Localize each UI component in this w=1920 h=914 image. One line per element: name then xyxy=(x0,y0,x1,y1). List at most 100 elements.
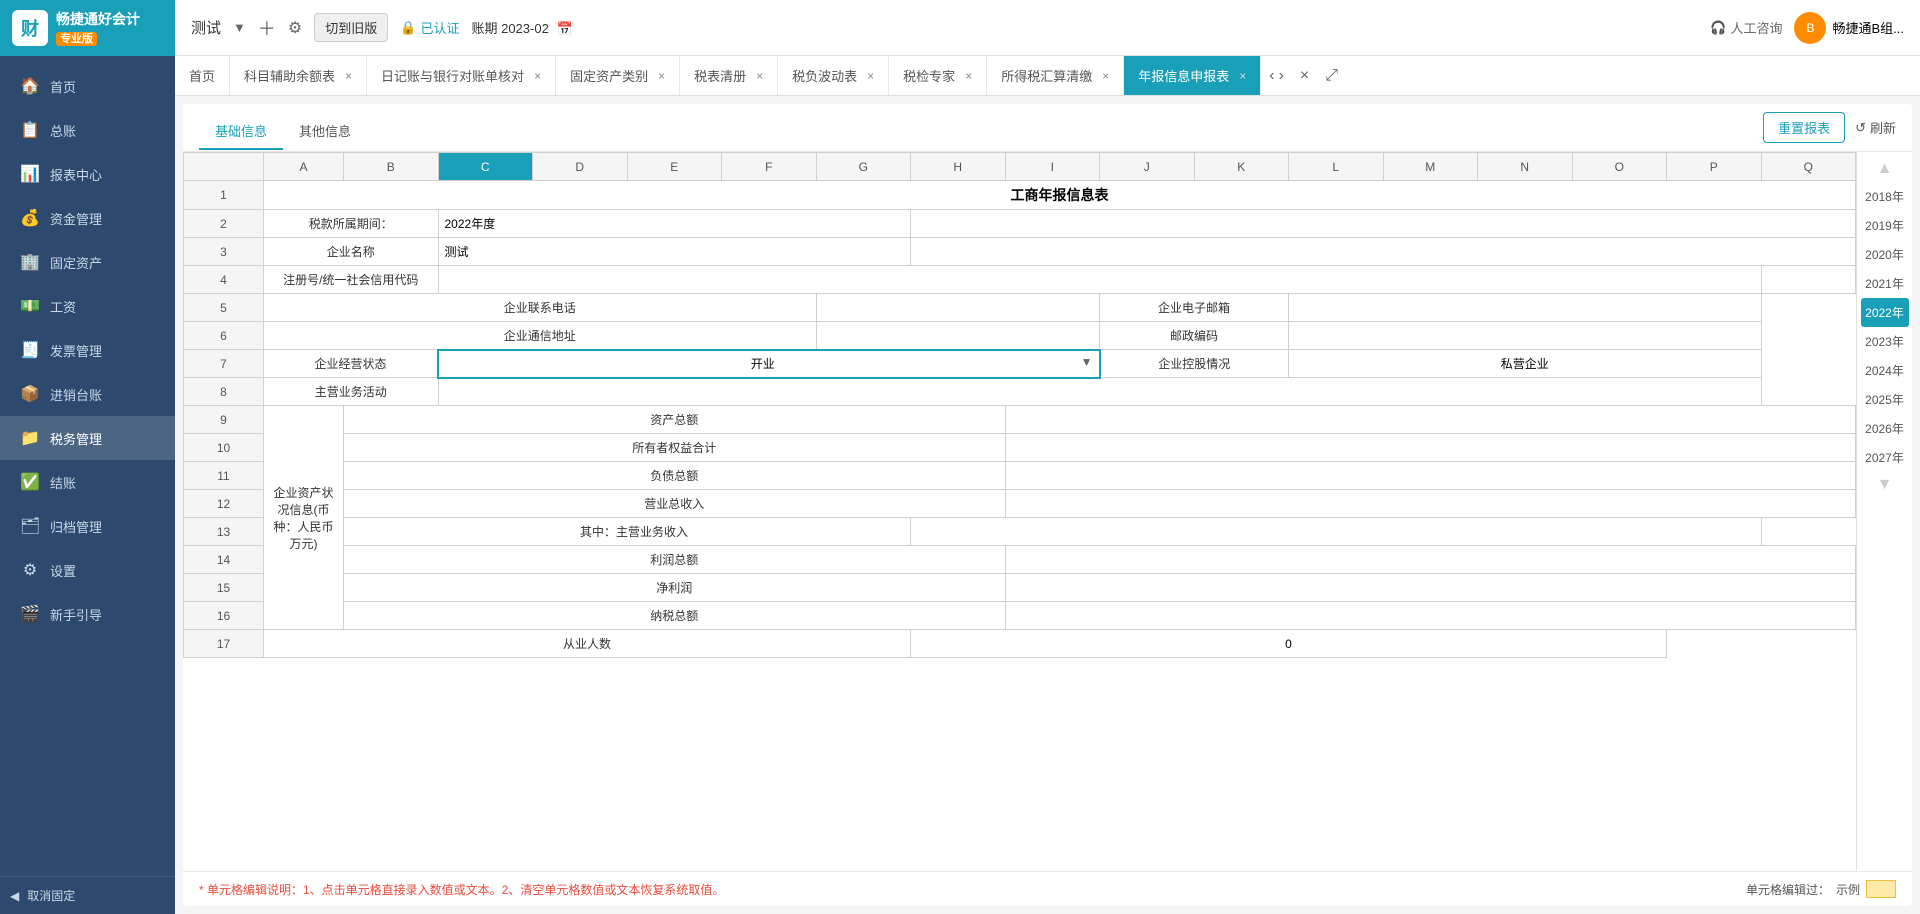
year-item-2020年[interactable]: 2020年 xyxy=(1861,240,1909,269)
calendar-icon[interactable]: 📅 xyxy=(556,21,572,36)
col-header-A[interactable]: A xyxy=(264,153,344,181)
r6-postal-value[interactable] xyxy=(1289,322,1762,350)
value-[interactable] xyxy=(438,266,1761,294)
year-nav-up[interactable]: ▲ xyxy=(1873,156,1897,182)
sidebar-item-guide[interactable]: 🎬新手引导 xyxy=(0,592,175,636)
r12-value[interactable] xyxy=(1005,490,1856,518)
col-header-L[interactable]: L xyxy=(1289,153,1384,181)
year-item-2024年[interactable]: 2024年 xyxy=(1861,356,1909,385)
tab-label-journal: 日记账与银行对账单核对 xyxy=(381,66,524,85)
r10-value[interactable] xyxy=(1005,434,1856,462)
r6-address-value[interactable] xyxy=(816,322,1100,350)
sidebar-item-funds[interactable]: 💰资金管理 xyxy=(0,196,175,240)
r5-phone-value[interactable] xyxy=(816,294,1100,322)
r17-value[interactable]: 0 xyxy=(911,630,1667,658)
sidebar-item-reports[interactable]: 📊报表中心 xyxy=(0,152,175,196)
sub-tab-basic[interactable]: 基础信息 xyxy=(199,113,283,150)
r14-value[interactable] xyxy=(1005,546,1856,574)
year-item-2018年[interactable]: 2018年 xyxy=(1861,182,1909,211)
r8-main-biz-value[interactable] xyxy=(438,378,1761,406)
year-item-2027年[interactable]: 2027年 xyxy=(1861,443,1909,472)
add-tab-button[interactable]: ＋ xyxy=(258,15,276,41)
year-item-2019年[interactable]: 2019年 xyxy=(1861,211,1909,240)
tabs-next-icon[interactable]: › xyxy=(1279,67,1284,85)
value-[interactable]: 2022年度 xyxy=(438,210,911,238)
col-header-Q[interactable]: Q xyxy=(1761,153,1856,181)
service-button[interactable]: 🎧 人工咨询 xyxy=(1710,18,1782,37)
user-menu[interactable]: B 畅捷通B组... xyxy=(1794,12,1904,44)
r15-value[interactable] xyxy=(1005,574,1856,602)
col-header-N[interactable]: N xyxy=(1478,153,1573,181)
tab-fixedassets[interactable]: 固定资产类别× xyxy=(556,56,680,96)
col-header-E[interactable]: E xyxy=(627,153,722,181)
dropdown-arrow[interactable]: ▼ xyxy=(1081,355,1093,369)
year-item-2026年[interactable]: 2026年 xyxy=(1861,414,1909,443)
r7-status-value[interactable]: 开业▼ xyxy=(438,350,1100,378)
col-header-I[interactable]: I xyxy=(1005,153,1100,181)
col-header-K[interactable]: K xyxy=(1194,153,1289,181)
tabs-nav-arrows[interactable]: ‹› xyxy=(1261,67,1292,85)
tab-close-fixedassets[interactable]: × xyxy=(658,69,665,83)
row-16-header: 16 xyxy=(184,602,264,630)
verified-badge: 🔒 已认证 xyxy=(400,18,459,37)
sidebar-item-inout[interactable]: 📦进销台账 xyxy=(0,372,175,416)
sidebar-cancel-fixed[interactable]: ◀ 取消固定 xyxy=(0,876,175,914)
col-header-M[interactable]: M xyxy=(1383,153,1478,181)
tab-taxwave[interactable]: 税负波动表× xyxy=(778,56,889,96)
project-dropdown-icon[interactable]: ▼ xyxy=(233,20,246,35)
tab-close-taxform[interactable]: × xyxy=(756,69,763,83)
sidebar-item-home[interactable]: 🏠首页 xyxy=(0,64,175,108)
tabs-close-all[interactable]: × xyxy=(1292,67,1317,85)
sidebar-item-assets[interactable]: 🏢固定资产 xyxy=(0,240,175,284)
year-item-2022年[interactable]: 2022年 xyxy=(1861,298,1909,327)
r7-holding-value[interactable]: 私营企业 xyxy=(1289,350,1762,378)
tab-taxcheck[interactable]: 税检专家× xyxy=(889,56,987,96)
col-header-P[interactable]: P xyxy=(1667,153,1762,181)
col-header-B[interactable]: B xyxy=(344,153,439,181)
settings-icon[interactable]: ⚙ xyxy=(288,18,302,38)
col-header-J[interactable]: J xyxy=(1100,153,1195,181)
tab-close-incometax[interactable]: × xyxy=(1102,69,1109,83)
tab-close-taxwave[interactable]: × xyxy=(867,69,874,83)
r9-value[interactable] xyxy=(1005,406,1856,434)
tab-yearreport[interactable]: 年报信息申报表× xyxy=(1124,56,1261,96)
tab-incometax[interactable]: 所得税汇算清缴× xyxy=(987,56,1124,96)
r11-value[interactable] xyxy=(1005,462,1856,490)
col-header-C[interactable]: C xyxy=(438,153,533,181)
tab-close-journal[interactable]: × xyxy=(534,69,541,83)
sidebar-item-payroll[interactable]: 💵工资 xyxy=(0,284,175,328)
tab-close-yearreport[interactable]: × xyxy=(1239,69,1246,83)
sidebar-item-archive[interactable]: 🗂归档管理 xyxy=(0,504,175,548)
reset-report-button[interactable]: 重置报表 xyxy=(1763,112,1845,143)
tabs-expand-icon[interactable]: ⤢ xyxy=(1317,67,1346,85)
sidebar-item-tax[interactable]: 📁税务管理 xyxy=(0,416,175,460)
sidebar-item-checkout[interactable]: ✅结账 xyxy=(0,460,175,504)
col-header-F[interactable]: F xyxy=(722,153,817,181)
year-item-2023年[interactable]: 2023年 xyxy=(1861,327,1909,356)
tab-close-taxcheck[interactable]: × xyxy=(965,69,972,83)
col-header-G[interactable]: G xyxy=(816,153,911,181)
tab-journal[interactable]: 日记账与银行对账单核对 × xyxy=(367,56,556,96)
r13-value[interactable] xyxy=(911,518,1762,546)
sidebar-item-settings[interactable]: ⚙设置 xyxy=(0,548,175,592)
tab-home[interactable]: 首页 xyxy=(175,56,230,96)
r5-email-value[interactable] xyxy=(1289,294,1762,322)
old-version-button[interactable]: 切到旧版 xyxy=(314,13,388,42)
spreadsheet-main[interactable]: ABCDEFGHIJKLMNOPQ1工商年报信息表2税款所属期间：2022年度3… xyxy=(183,152,1856,871)
r16-value[interactable] xyxy=(1005,602,1856,630)
tab-close-aux[interactable]: × xyxy=(345,69,352,83)
col-header-H[interactable]: H xyxy=(911,153,1006,181)
year-nav-down[interactable]: ▼ xyxy=(1873,472,1897,498)
sidebar-item-invoices[interactable]: 🧾发票管理 xyxy=(0,328,175,372)
refresh-button[interactable]: ↺ 刷新 xyxy=(1855,118,1896,137)
value-[interactable]: 测试 xyxy=(438,238,911,266)
year-item-2021年[interactable]: 2021年 xyxy=(1861,269,1909,298)
sub-tab-other[interactable]: 其他信息 xyxy=(283,113,367,150)
col-header-D[interactable]: D xyxy=(533,153,628,181)
year-item-2025年[interactable]: 2025年 xyxy=(1861,385,1909,414)
col-header-O[interactable]: O xyxy=(1572,153,1667,181)
tabs-prev-icon[interactable]: ‹ xyxy=(1269,67,1274,85)
tab-taxform[interactable]: 税表清册× xyxy=(680,56,778,96)
sidebar-item-ledger[interactable]: 📋总账 xyxy=(0,108,175,152)
tab-aux[interactable]: 科目辅助余额表× xyxy=(230,56,367,96)
